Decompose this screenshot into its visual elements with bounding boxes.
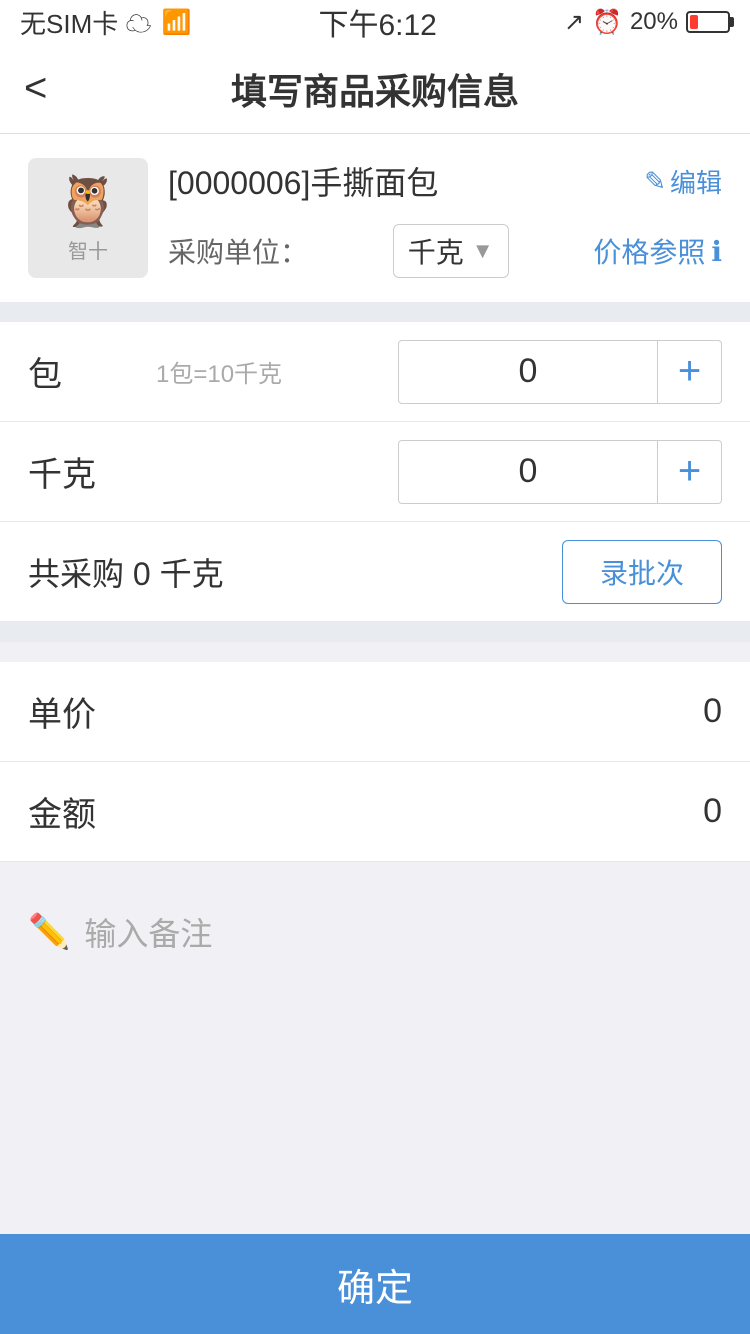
total-label: 共采购 0 千克	[28, 549, 224, 595]
back-button[interactable]: <	[24, 66, 47, 111]
product-name: [0000006]手撕面包	[168, 158, 438, 204]
sim-label: 无SIM卡 ☁	[20, 4, 151, 41]
product-unit-row: 采购单位： 千克 ▼ 价格参照 ℹ	[168, 224, 722, 278]
price-ref-button[interactable]: 价格参照 ℹ	[593, 231, 722, 271]
amount-value: 0	[703, 792, 722, 831]
unit-select[interactable]: 千克 ▼	[393, 224, 509, 278]
bag-quantity-input[interactable]	[398, 340, 658, 404]
product-thumbnail: 🦉 智十	[28, 158, 148, 278]
unit-price-row: 单价 0	[0, 662, 750, 762]
kg-row: 千克 +	[0, 422, 750, 522]
product-thumb-owl-icon: 🦉	[57, 172, 119, 231]
note-placeholder: 输入备注	[84, 909, 212, 955]
alarm-icon: ⏰	[592, 8, 622, 37]
product-name-row: [0000006]手撕面包 ✎ 编辑	[168, 158, 722, 204]
edit-label: 编辑	[670, 163, 722, 200]
bag-row: 包 1包=10千克 +	[0, 322, 750, 422]
nav-bar: < 填写商品采购信息	[0, 44, 750, 134]
wifi-icon: 📶	[161, 8, 191, 37]
product-thumb-text: 智十	[68, 235, 108, 264]
bag-plus-button[interactable]: +	[658, 340, 722, 404]
product-section: 🦉 智十 [0000006]手撕面包 ✎ 编辑 采购单位： 千克 ▼ 价格参照 …	[0, 134, 750, 302]
divider-2	[0, 622, 750, 642]
kg-label: 千克	[28, 447, 148, 496]
unit-dropdown-arrow: ▼	[472, 238, 494, 264]
battery-icon	[686, 11, 730, 33]
price-section: 单价 0 金额 0	[0, 662, 750, 862]
kg-plus-button[interactable]: +	[658, 440, 722, 504]
unit-label: 采购单位：	[168, 231, 308, 271]
status-right: ↗ ⏰ 20%	[564, 8, 730, 37]
confirm-button[interactable]: 确定	[0, 1234, 750, 1334]
battery-percent: 20%	[630, 8, 678, 36]
amount-label: 金额	[28, 787, 96, 836]
bag-input-group: +	[398, 340, 722, 404]
price-ref-label: 价格参照	[593, 231, 705, 271]
bag-label: 包	[28, 347, 148, 396]
edit-icon: ✎	[644, 166, 666, 197]
bag-sublabel: 1包=10千克	[156, 354, 282, 389]
kg-input-group: +	[398, 440, 722, 504]
divider-1	[0, 302, 750, 322]
page-title: 填写商品采购信息	[231, 63, 519, 115]
total-row: 共采购 0 千克 录批次	[0, 522, 750, 622]
status-bar: 无SIM卡 ☁ 📶 下午6:12 ↗ ⏰ 20%	[0, 0, 750, 44]
unit-price-label: 单价	[28, 687, 96, 736]
pencil-icon: ✏️	[28, 912, 70, 952]
bag-section: 包 1包=10千克 + 千克 + 共采购 0 千克 录批次	[0, 322, 750, 622]
kg-quantity-input[interactable]	[398, 440, 658, 504]
unit-value: 千克	[408, 231, 464, 271]
unit-price-value: 0	[703, 692, 722, 731]
note-section[interactable]: ✏️ 输入备注	[0, 862, 750, 1002]
price-ref-help-icon: ℹ	[711, 235, 722, 268]
status-left: 无SIM卡 ☁ 📶	[20, 4, 191, 41]
product-info: [0000006]手撕面包 ✎ 编辑 采购单位： 千克 ▼ 价格参照 ℹ	[168, 158, 722, 278]
location-icon: ↗	[564, 8, 584, 37]
status-time: 下午6:12	[318, 0, 436, 44]
amount-row: 金额 0	[0, 762, 750, 862]
edit-button[interactable]: ✎ 编辑	[644, 163, 722, 200]
batch-button[interactable]: 录批次	[562, 540, 722, 604]
